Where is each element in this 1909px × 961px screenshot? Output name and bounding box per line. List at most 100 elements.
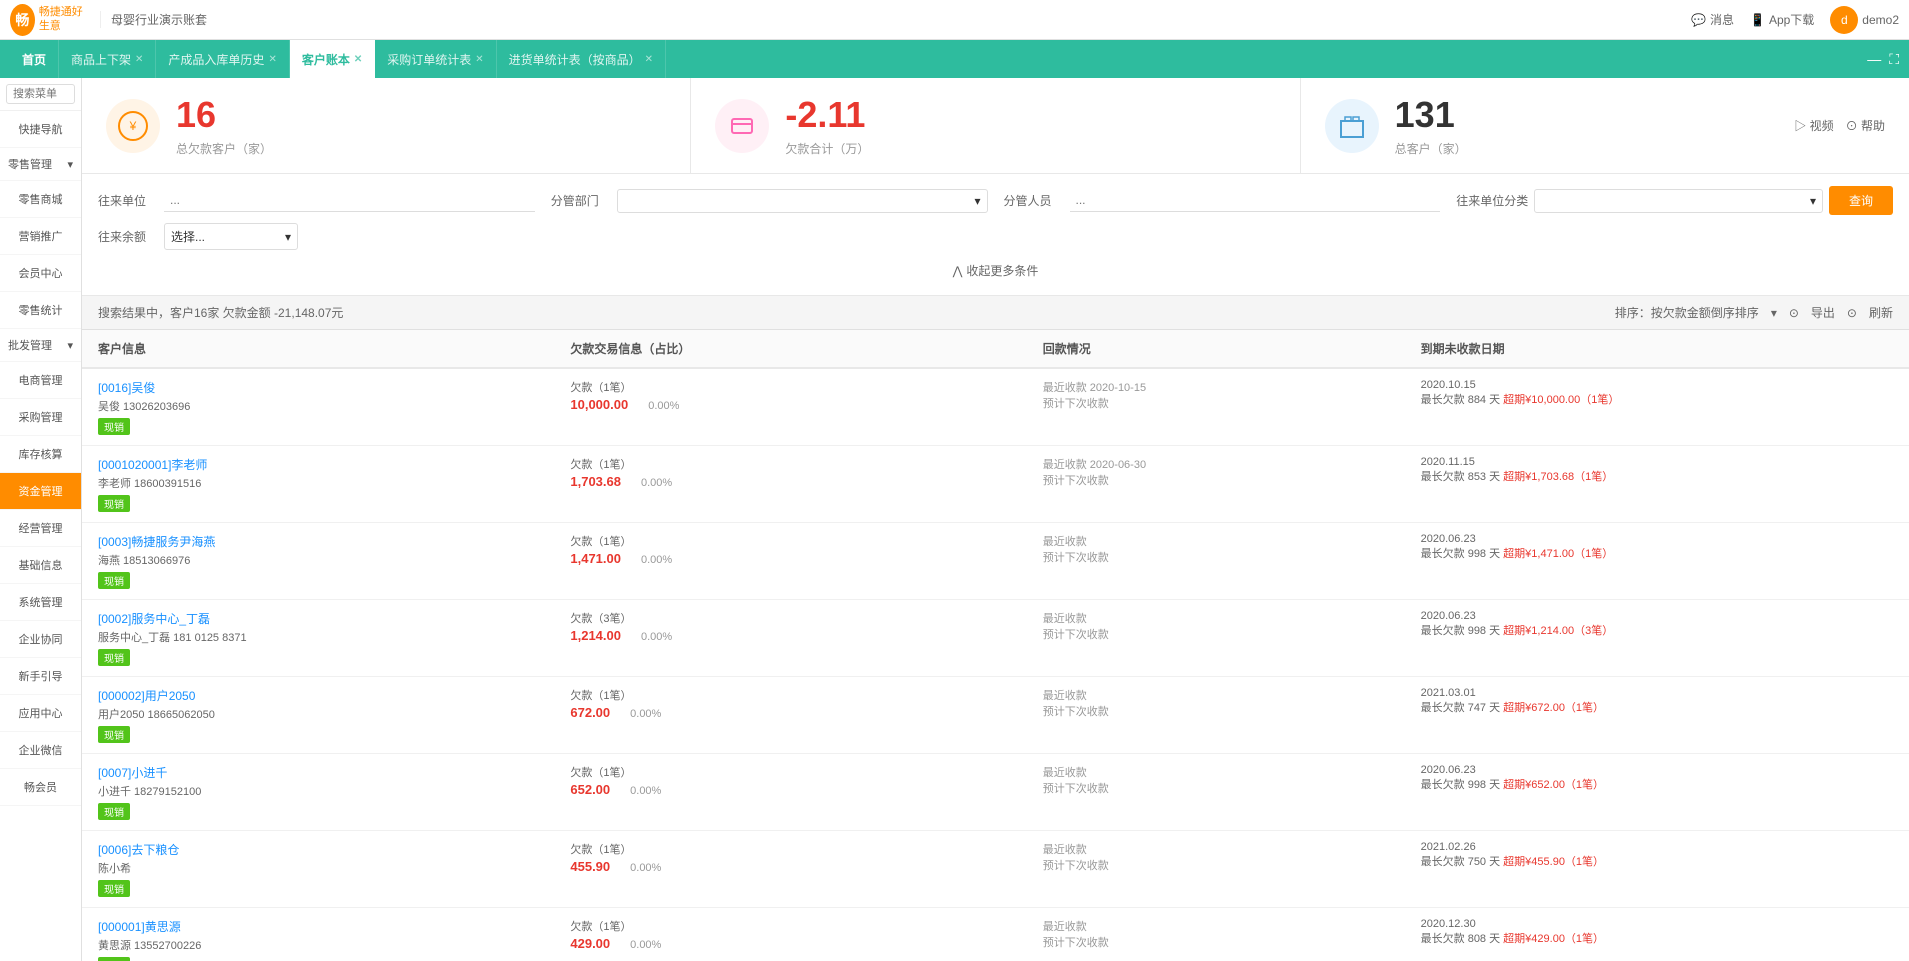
overdue-date-5: 2021.03.01: [1421, 687, 1893, 699]
app-download-btn[interactable]: 📱 App下载: [1750, 11, 1814, 28]
tab-goods-stat[interactable]: 进货单统计表（按商品） ✕: [497, 40, 666, 78]
export-btn[interactable]: 导出: [1811, 304, 1835, 321]
sidebar-item-enterprise-wechat[interactable]: 企业微信: [0, 732, 81, 769]
chevron-down-icon[interactable]: ▾: [1771, 306, 1777, 320]
person-input[interactable]: [1070, 189, 1441, 212]
sidebar-item-inventory[interactable]: 库存核算: [0, 436, 81, 473]
tab-customer-account[interactable]: 客户账本 ✕: [290, 40, 375, 78]
message-btn[interactable]: 💬 消息: [1691, 11, 1734, 28]
sidebar-search-area: [0, 78, 81, 111]
sidebar-item-finance[interactable]: 资金管理: [0, 473, 81, 510]
sidebar-item-enterprise-collab[interactable]: 企业协同: [0, 621, 81, 658]
close-icon[interactable]: ✕: [475, 54, 483, 65]
sidebar-item-retail-mall[interactable]: 零售商城: [0, 181, 81, 218]
sidebar-item-quick-nav[interactable]: 快捷导航: [0, 111, 81, 148]
overdue-link-4[interactable]: 超期¥1,214.00（3笔）: [1503, 625, 1613, 637]
sidebar-item-member-center[interactable]: 会员中心: [0, 255, 81, 292]
message-label: 消息: [1710, 11, 1734, 28]
customer-name-1[interactable]: [0016]吴俊: [98, 379, 570, 396]
message-icon: 💬: [1691, 13, 1706, 27]
help-btn[interactable]: ⊙ 帮助: [1846, 117, 1885, 134]
balance-select[interactable]: 选择... ▾: [164, 223, 298, 250]
sidebar-item-retail-mgmt[interactable]: 零售管理 ▾: [0, 148, 81, 181]
help-icon: ⊙: [1846, 119, 1858, 133]
customer-name-7[interactable]: [0006]去下粮仓: [98, 841, 570, 858]
stat-icon-all-customers: [1325, 99, 1379, 153]
overdue-link-7[interactable]: 超期¥455.90（1笔）: [1503, 856, 1604, 868]
sidebar-item-chang-member-label: 畅会员: [6, 779, 75, 795]
overdue-link-6[interactable]: 超期¥652.00（1笔）: [1503, 779, 1604, 791]
close-icon[interactable]: ✕: [354, 54, 362, 65]
tab-purchase-order[interactable]: 采购订单统计表 ✕: [375, 40, 496, 78]
export-icon: ⊙: [1789, 306, 1799, 320]
customer-name-6[interactable]: [0007]小进千: [98, 764, 570, 781]
customer-phone-2: 李老师 18600391516: [98, 475, 570, 491]
td-recovery-7: 最近收款 预计下次收款: [1043, 841, 1421, 873]
customer-phone-7: 陈小希: [98, 860, 570, 876]
recovery-last-8: 最近收款: [1043, 918, 1421, 934]
overdue-link-5[interactable]: 超期¥672.00（1笔）: [1503, 702, 1604, 714]
minimize-icon[interactable]: —: [1867, 51, 1881, 67]
search-input[interactable]: [6, 84, 75, 104]
top-bar: 畅 畅捷通好生意 母婴行业演示账套 💬 消息 📱 App下载 d demo2: [0, 0, 1909, 40]
debt-desc-4: 欠款（3笔）: [570, 610, 1042, 626]
overdue-days-8: 最长欠款 808 天 超期¥429.00（1笔）: [1421, 930, 1893, 946]
td-overdue-7: 2021.02.26 最长欠款 750 天 超期¥455.90（1笔）: [1421, 841, 1893, 869]
stat-label-all-customers: 总客户（家）: [1395, 140, 1467, 157]
debt-desc-1: 欠款（1笔）: [570, 379, 1042, 395]
customer-name-3[interactable]: [0003]畅捷服务尹海燕: [98, 533, 570, 550]
sidebar-item-retail-stats[interactable]: 零售统计: [0, 292, 81, 329]
td-debt-6: 欠款（1笔） 652.00 0.00%: [570, 764, 1042, 797]
sidebar-item-chang-member[interactable]: 畅会员: [0, 769, 81, 806]
sidebar-item-wholesale-mgmt[interactable]: 批发管理 ▾: [0, 329, 81, 362]
sidebar-item-business-mgmt[interactable]: 经营管理: [0, 510, 81, 547]
overdue-link-1[interactable]: 超期¥10,000.00（1笔）: [1503, 394, 1619, 406]
overdue-link-2[interactable]: 超期¥1,703.68（1笔）: [1503, 471, 1613, 483]
td-recovery-2: 最近收款 2020-06-30 预计下次收款: [1043, 456, 1421, 488]
sidebar-item-basic-info[interactable]: 基础信息: [0, 547, 81, 584]
debt-desc-6: 欠款（1笔）: [570, 764, 1042, 780]
maximize-icon[interactable]: ⛶: [1889, 51, 1899, 68]
collapse-button[interactable]: ⋀ 收起更多条件: [98, 258, 1893, 283]
close-icon[interactable]: ✕: [135, 54, 143, 65]
chevron-down-icon: ▾: [285, 230, 291, 244]
overdue-link-3[interactable]: 超期¥1,471.00（1笔）: [1503, 548, 1613, 560]
sidebar-item-purchase-mgmt[interactable]: 采购管理: [0, 399, 81, 436]
sidebar-item-app-center[interactable]: 应用中心: [0, 695, 81, 732]
customer-name-2[interactable]: [0001020001]李老师: [98, 456, 570, 473]
chevron-down-icon: ▾: [1810, 194, 1816, 208]
refresh-btn[interactable]: 刷新: [1869, 304, 1893, 321]
overdue-date-1: 2020.10.15: [1421, 379, 1893, 391]
customer-name-5[interactable]: [000002]用户2050: [98, 687, 570, 704]
customer-name-8[interactable]: [000001]黄思源: [98, 918, 570, 935]
overdue-link-8[interactable]: 超期¥429.00（1笔）: [1503, 933, 1604, 945]
dept-select[interactable]: ▾: [617, 189, 988, 213]
app-name: 母婴行业演示账套: [100, 11, 217, 28]
th-recovery: 回款情况: [1043, 340, 1421, 357]
tab-goods-shelf[interactable]: 商品上下架 ✕: [59, 40, 156, 78]
customer-phone-1: 吴俊 13026203696: [98, 398, 570, 414]
sidebar-item-marketing[interactable]: 营销推广: [0, 218, 81, 255]
tab-stock-history[interactable]: 产成品入库单历史 ✕: [156, 40, 289, 78]
close-icon[interactable]: ✕: [268, 54, 276, 65]
user-area[interactable]: d demo2: [1830, 6, 1899, 34]
sidebar-item-ecom-mgmt[interactable]: 电商管理: [0, 362, 81, 399]
username: demo2: [1862, 13, 1899, 27]
from-unit-input[interactable]: [164, 189, 535, 212]
customer-name-4[interactable]: [0002]服务中心_丁磊: [98, 610, 570, 627]
debt-percent-5: 0.00%: [630, 708, 661, 720]
app-download-label: App下载: [1769, 11, 1814, 28]
search-button[interactable]: 查询: [1829, 186, 1893, 215]
unit-category-select[interactable]: ▾: [1534, 189, 1823, 213]
close-icon[interactable]: ✕: [645, 54, 653, 65]
overdue-date-7: 2021.02.26: [1421, 841, 1893, 853]
td-overdue-4: 2020.06.23 最长欠款 998 天 超期¥1,214.00（3笔）: [1421, 610, 1893, 638]
tab-customer-account-label: 客户账本: [302, 51, 350, 68]
td-recovery-8: 最近收款 预计下次收款: [1043, 918, 1421, 950]
balance-label: 往来余额: [98, 228, 158, 245]
sidebar-item-system-mgmt[interactable]: 系统管理: [0, 584, 81, 621]
sidebar-item-new-guide[interactable]: 新手引导: [0, 658, 81, 695]
view-video-btn[interactable]: ▷ 视频: [1794, 117, 1833, 134]
tab-home[interactable]: 首页: [10, 40, 59, 78]
stats-header: ¥ 16 总欠款客户（家） -2.11 欠款合计（万）: [82, 78, 1909, 174]
